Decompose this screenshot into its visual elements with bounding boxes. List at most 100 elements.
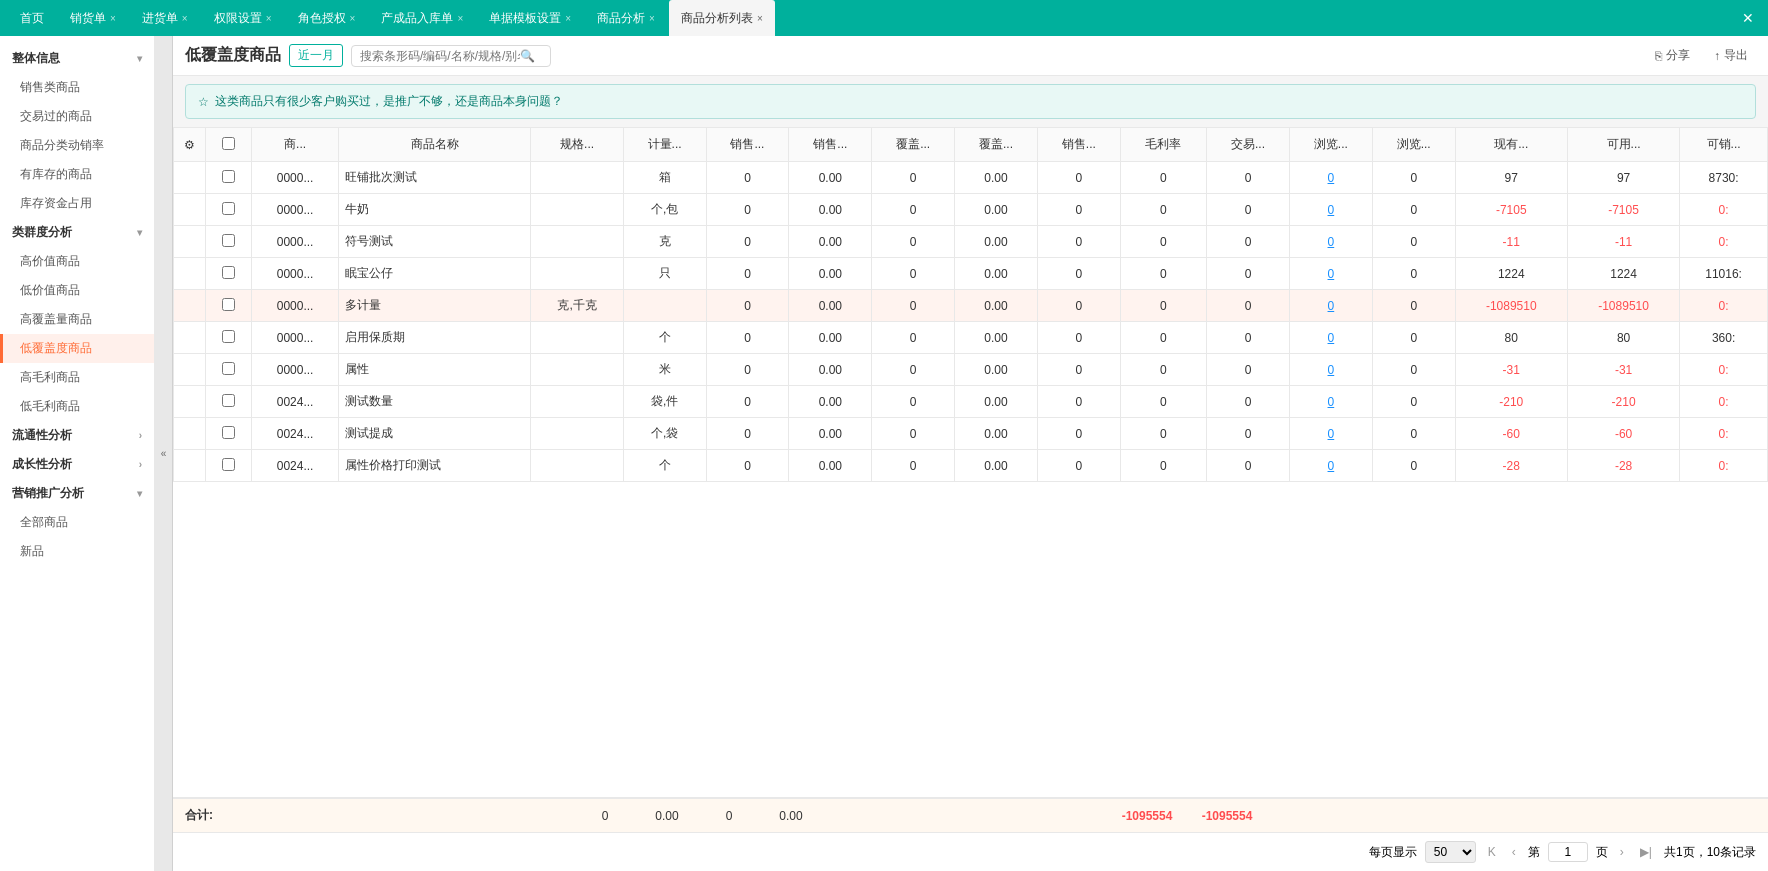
cell-name[interactable]: 多计量 xyxy=(339,290,531,322)
cell-checkbox[interactable] xyxy=(206,354,252,386)
sidebar-item-high-value[interactable]: 高价值商品 xyxy=(0,247,154,276)
cell-checkbox[interactable] xyxy=(206,290,252,322)
cell-browse1[interactable]: 0 xyxy=(1289,226,1372,258)
nav-close-permission[interactable]: × xyxy=(266,13,272,24)
cell-browse2: 0 xyxy=(1372,418,1455,450)
sidebar-section-growth[interactable]: 成长性分析 › xyxy=(0,450,154,479)
pagination-page-input[interactable] xyxy=(1548,842,1588,862)
nav-close-template[interactable]: × xyxy=(565,13,571,24)
export-btn[interactable]: ↑ 导出 xyxy=(1706,44,1756,67)
sidebar-section-marketing[interactable]: 营销推广分析 ▾ xyxy=(0,479,154,508)
nav-close-sales[interactable]: × xyxy=(110,13,116,24)
cell-name[interactable]: 属性价格打印测试 xyxy=(339,450,531,482)
cell-checkbox[interactable] xyxy=(206,258,252,290)
row-checkbox[interactable] xyxy=(222,458,235,471)
cell-sales1: 0 xyxy=(706,322,789,354)
nav-close-analysis[interactable]: × xyxy=(649,13,655,24)
cell-name[interactable]: 眠宝公仔 xyxy=(339,258,531,290)
nav-item-analysis[interactable]: 商品分析 × xyxy=(585,0,667,36)
nav-close-analysis-list[interactable]: × xyxy=(757,13,763,24)
cell-browse1[interactable]: 0 xyxy=(1289,450,1372,482)
row-checkbox[interactable] xyxy=(222,298,235,311)
search-icon[interactable]: 🔍 xyxy=(520,49,535,63)
cell-browse1[interactable]: 0 xyxy=(1289,322,1372,354)
filter-period-btn[interactable]: 近一月 xyxy=(289,44,343,67)
pagination-nav-prev[interactable]: ‹ xyxy=(1508,845,1520,859)
cell-sales2: 0.00 xyxy=(789,386,872,418)
cell-name[interactable]: 属性 xyxy=(339,354,531,386)
nav-close-role[interactable]: × xyxy=(350,13,356,24)
sidebar-section-growth-label: 成长性分析 xyxy=(12,456,72,473)
nav-item-purchase[interactable]: 进货单 × xyxy=(130,0,200,36)
cell-checkbox[interactable] xyxy=(206,450,252,482)
sidebar-item-all-goods[interactable]: 全部商品 xyxy=(0,508,154,537)
cell-margin: 0 xyxy=(1120,226,1206,258)
cell-name[interactable]: 测试数量 xyxy=(339,386,531,418)
sidebar-item-low-value[interactable]: 低价值商品 xyxy=(0,276,154,305)
nav-item-analysis-list[interactable]: 商品分析列表 × xyxy=(669,0,775,36)
row-checkbox[interactable] xyxy=(222,362,235,375)
row-checkbox[interactable] xyxy=(222,202,235,215)
row-checkbox[interactable] xyxy=(222,394,235,407)
nav-item-permission[interactable]: 权限设置 × xyxy=(202,0,284,36)
nav-item-product[interactable]: 产成品入库单 × xyxy=(369,0,475,36)
nav-close-purchase[interactable]: × xyxy=(182,13,188,24)
nav-item-template[interactable]: 单据模板设置 × xyxy=(477,0,583,36)
cell-browse1[interactable]: 0 xyxy=(1289,354,1372,386)
row-checkbox[interactable] xyxy=(222,234,235,247)
cell-checkbox[interactable] xyxy=(206,162,252,194)
search-input[interactable] xyxy=(360,49,520,63)
table-row: 0024... 测试数量 袋,件 0 0.00 0 0.00 0 0 0 0 0… xyxy=(174,386,1768,418)
cell-checkbox[interactable] xyxy=(206,418,252,450)
share-btn[interactable]: ⎘ 分享 xyxy=(1647,44,1698,67)
sidebar-item-stock-capital[interactable]: 库存资金占用 xyxy=(0,189,154,218)
row-checkbox[interactable] xyxy=(222,426,235,439)
sidebar-item-low-coverage[interactable]: 低覆盖度商品 xyxy=(0,334,154,363)
sidebar-section-cluster[interactable]: 类群度分析 ▾ xyxy=(0,218,154,247)
cell-browse1[interactable]: 0 xyxy=(1289,258,1372,290)
cell-checkbox[interactable] xyxy=(206,386,252,418)
nav-item-sales[interactable]: 销货单 × xyxy=(58,0,128,36)
row-checkbox[interactable] xyxy=(222,330,235,343)
sidebar-item-traded-goods[interactable]: 交易过的商品 xyxy=(0,102,154,131)
cell-name[interactable]: 启用保质期 xyxy=(339,322,531,354)
window-close-button[interactable]: ✕ xyxy=(1736,6,1760,30)
cell-checkbox[interactable] xyxy=(206,322,252,354)
total-available: -1095554 xyxy=(1187,809,1267,823)
sidebar-item-high-margin[interactable]: 高毛利商品 xyxy=(0,363,154,392)
sidebar-item-new-goods[interactable]: 新品 xyxy=(0,537,154,566)
th-settings[interactable]: ⚙ xyxy=(174,128,206,162)
sidebar-collapse-btn[interactable]: « xyxy=(155,36,173,871)
sidebar-item-high-coverage[interactable]: 高覆盖量商品 xyxy=(0,305,154,334)
page-size-select[interactable]: 50 10 20 100 xyxy=(1425,841,1476,863)
cell-browse1[interactable]: 0 xyxy=(1289,194,1372,226)
sidebar-item-sales-goods[interactable]: 销售类商品 xyxy=(0,73,154,102)
row-checkbox[interactable] xyxy=(222,170,235,183)
cell-name[interactable]: 符号测试 xyxy=(339,226,531,258)
cell-name[interactable]: 牛奶 xyxy=(339,194,531,226)
cell-browse1[interactable]: 0 xyxy=(1289,418,1372,450)
cell-name[interactable]: 测试提成 xyxy=(339,418,531,450)
sidebar-section-liquidity[interactable]: 流通性分析 › xyxy=(0,421,154,450)
sidebar-item-low-margin[interactable]: 低毛利商品 xyxy=(0,392,154,421)
nav-item-home[interactable]: 首页 xyxy=(8,0,56,36)
cell-checkbox[interactable] xyxy=(206,226,252,258)
cell-browse1[interactable]: 0 xyxy=(1289,162,1372,194)
total-sales1: 0 xyxy=(575,809,635,823)
cell-name[interactable]: 旺铺批次测试 xyxy=(339,162,531,194)
cell-cover2: 0.00 xyxy=(955,162,1038,194)
pagination-nav-first[interactable]: K xyxy=(1484,845,1500,859)
nav-close-product[interactable]: × xyxy=(457,13,463,24)
cell-browse1[interactable]: 0 xyxy=(1289,386,1372,418)
pagination-nav-last[interactable]: ▶| xyxy=(1636,845,1656,859)
cell-cover1: 0 xyxy=(872,354,955,386)
cell-browse1[interactable]: 0 xyxy=(1289,290,1372,322)
nav-item-role[interactable]: 角色授权 × xyxy=(286,0,368,36)
sidebar-item-category-rate[interactable]: 商品分类动销率 xyxy=(0,131,154,160)
select-all-checkbox[interactable] xyxy=(222,137,235,150)
cell-checkbox[interactable] xyxy=(206,194,252,226)
pagination-nav-next[interactable]: › xyxy=(1616,845,1628,859)
row-checkbox[interactable] xyxy=(222,266,235,279)
sidebar-section-overall[interactable]: 整体信息 ▾ xyxy=(0,44,154,73)
sidebar-item-stock-goods[interactable]: 有库存的商品 xyxy=(0,160,154,189)
